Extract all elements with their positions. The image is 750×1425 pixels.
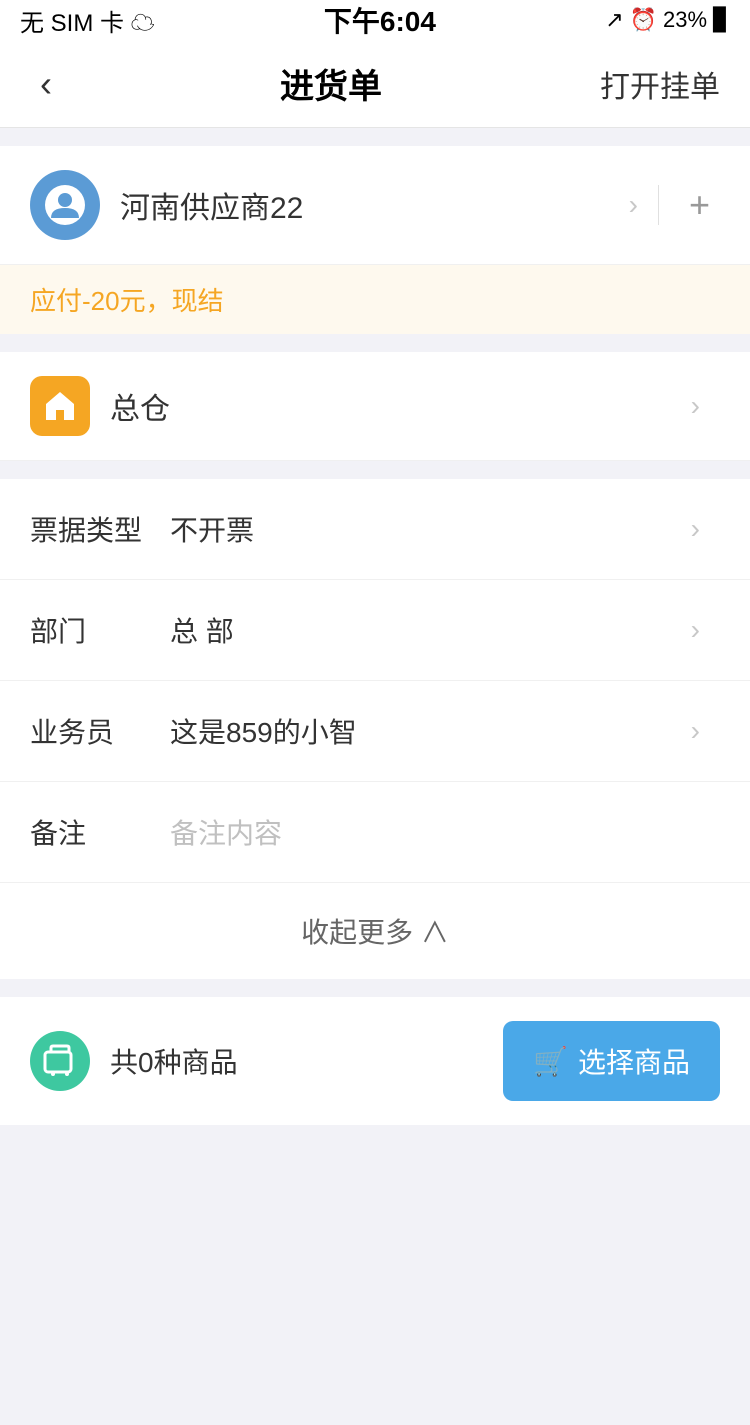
- select-goods-icon: 🛒: [533, 1045, 568, 1078]
- product-row: 共0种商品 🛒 选择商品: [0, 997, 750, 1125]
- invoice-label: 票据类型: [30, 509, 170, 549]
- salesman-value: 这是859的小智: [170, 711, 691, 751]
- vertical-divider: [658, 185, 659, 225]
- section-divider-4: [0, 979, 750, 997]
- department-chevron-icon: ›: [691, 614, 700, 646]
- person-icon: [48, 188, 82, 222]
- back-button[interactable]: ‹: [30, 53, 62, 115]
- warehouse-icon: [30, 376, 90, 436]
- nav-bar: ‹ 进货单 打开挂单: [0, 40, 750, 128]
- gray-background: [0, 1125, 750, 1425]
- section-divider-2: [0, 334, 750, 352]
- warehouse-chevron-icon: ›: [691, 390, 700, 422]
- department-value: 总 部: [170, 610, 691, 650]
- page-title: 进货单: [280, 59, 382, 108]
- department-row[interactable]: 部门 总 部 ›: [0, 580, 750, 681]
- status-right: ↗ ⏰ 23% ▊: [605, 7, 730, 33]
- select-goods-label: 选择商品: [578, 1041, 690, 1081]
- status-left: 无 SIM 卡 ☁: [20, 3, 155, 38]
- chevron-right-icon: ›: [629, 189, 638, 221]
- product-count: 共0种商品: [110, 1041, 503, 1081]
- salesman-row[interactable]: 业务员 这是859的小智 ›: [0, 681, 750, 782]
- alarm-icon: ⏰: [630, 7, 657, 33]
- collapse-button[interactable]: 收起更多 ∧: [0, 883, 750, 979]
- cart-icon: [43, 1044, 77, 1078]
- sim-status: 无 SIM 卡 ☁: [20, 3, 155, 38]
- section-divider-3: [0, 461, 750, 479]
- section-divider-1: [0, 128, 750, 146]
- remark-input[interactable]: 备注内容: [170, 812, 720, 852]
- salesman-label: 业务员: [30, 711, 170, 751]
- salesman-chevron-icon: ›: [691, 715, 700, 747]
- supplier-name: 河南供应商22: [120, 183, 629, 227]
- supplier-section: 河南供应商22 › + 应付-20元，现结: [0, 146, 750, 334]
- select-goods-button[interactable]: 🛒 选择商品: [503, 1021, 720, 1101]
- location-icon: ↗: [605, 7, 623, 33]
- house-icon: [42, 388, 78, 424]
- warehouse-section: 总仓 ›: [0, 352, 750, 461]
- avatar-icon: [45, 185, 85, 225]
- supplier-row[interactable]: 河南供应商22 › +: [0, 146, 750, 265]
- status-time: 下午6:04: [324, 0, 436, 40]
- supplier-notice: 应付-20元，现结: [0, 265, 750, 334]
- invoice-row[interactable]: 票据类型 不开票 ›: [0, 479, 750, 580]
- form-section: 票据类型 不开票 › 部门 总 部 › 业务员 这是859的小智 › 备注 备注…: [0, 479, 750, 883]
- open-pending-button[interactable]: 打开挂单: [600, 62, 720, 106]
- add-supplier-button[interactable]: +: [679, 174, 720, 236]
- warehouse-row[interactable]: 总仓 ›: [0, 352, 750, 461]
- battery-icon: ▊: [713, 7, 730, 33]
- battery-level: 23%: [663, 7, 707, 33]
- remark-row[interactable]: 备注 备注内容: [0, 782, 750, 883]
- remark-label: 备注: [30, 812, 170, 852]
- invoice-value: 不开票: [170, 509, 691, 549]
- supplier-avatar: [30, 170, 100, 240]
- department-label: 部门: [30, 610, 170, 650]
- product-icon: [30, 1031, 90, 1091]
- status-bar: 无 SIM 卡 ☁ 下午6:04 ↗ ⏰ 23% ▊: [0, 0, 750, 40]
- invoice-chevron-icon: ›: [691, 513, 700, 545]
- warehouse-name: 总仓: [110, 384, 691, 428]
